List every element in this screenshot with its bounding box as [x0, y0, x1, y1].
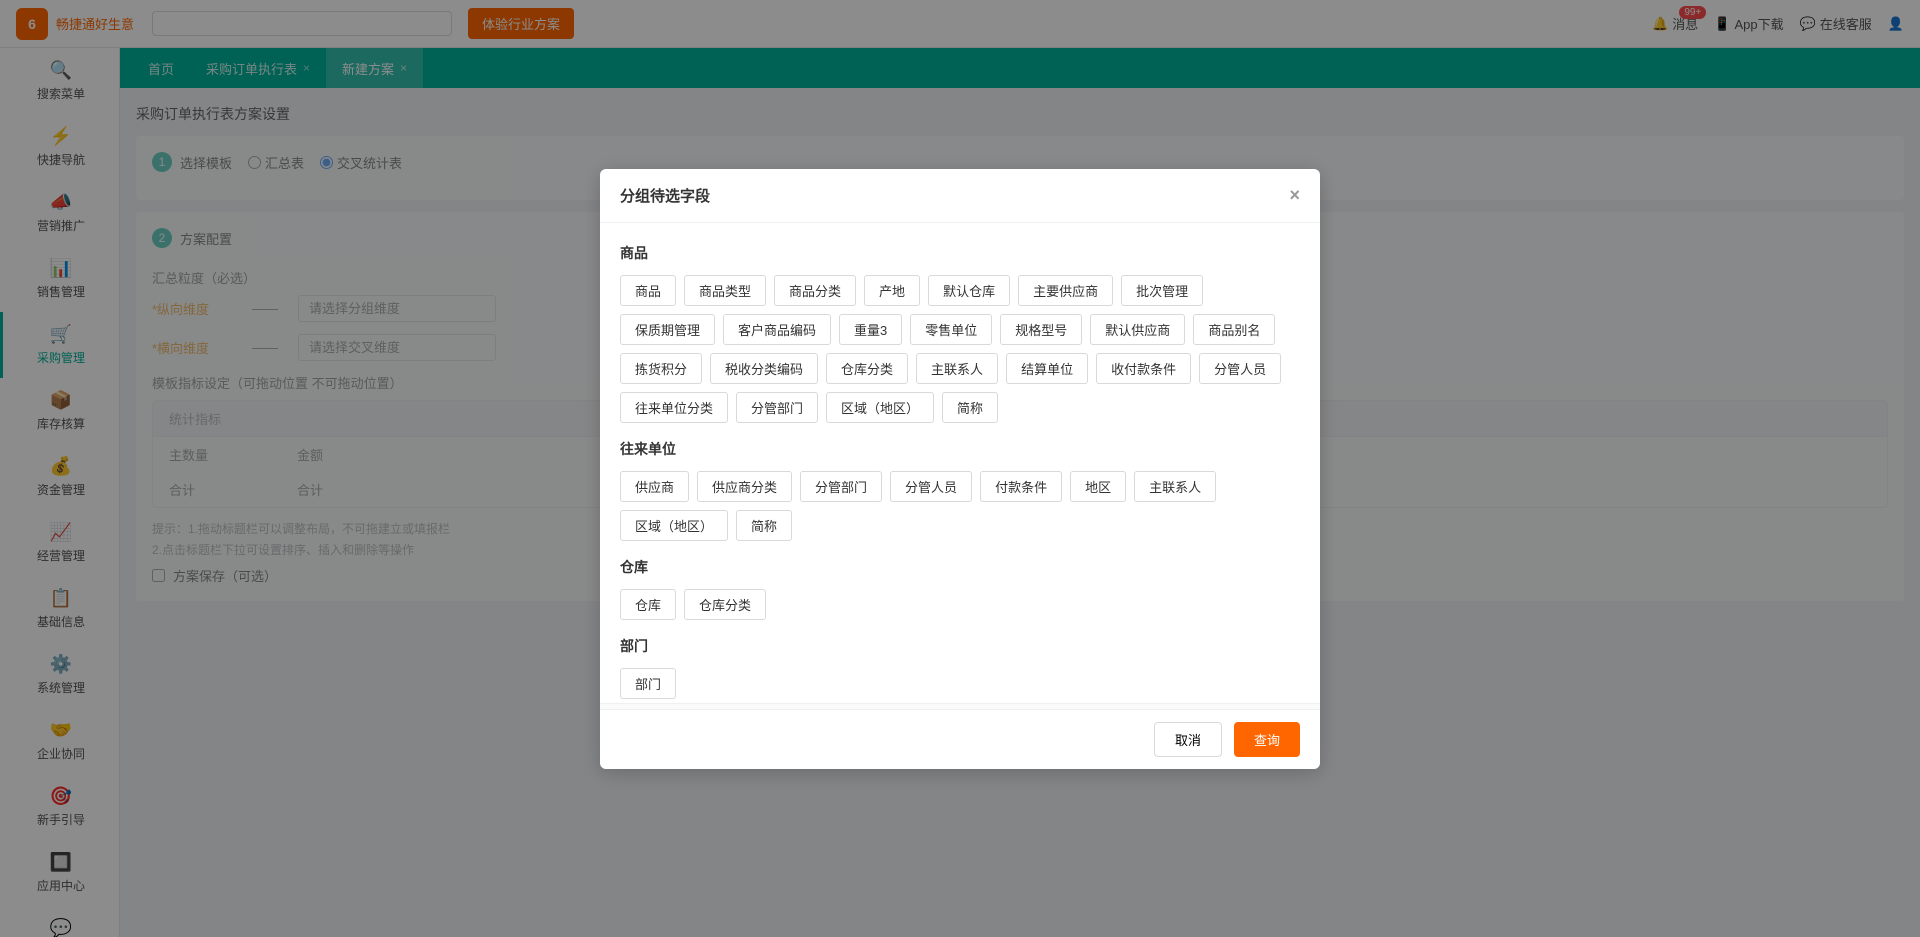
field-tag-goods-18[interactable]: 结算单位 [1006, 353, 1088, 384]
field-tag-goods-8[interactable]: 客户商品编码 [723, 314, 831, 345]
field-tag-goods-2[interactable]: 商品分类 [774, 275, 856, 306]
modal-overlay: 分组待选字段 × 商品 商品 商品类型 商品分类 产地 默认仓库 主要供应商 批… [0, 0, 1920, 937]
field-tag-goods-1[interactable]: 商品类型 [684, 275, 766, 306]
field-tags-warehouse: 仓库 仓库分类 [620, 589, 1300, 620]
modal-body: 商品 商品 商品类型 商品分类 产地 默认仓库 主要供应商 批次管理 保质期管理… [600, 223, 1320, 703]
field-tags-department: 部门 [620, 668, 1300, 699]
section-title-goods: 商品 [620, 243, 1300, 263]
field-tag-warehouse-0[interactable]: 仓库 [620, 589, 676, 620]
field-tag-goods-21[interactable]: 往来单位分类 [620, 392, 728, 423]
field-tag-dept-0[interactable]: 部门 [620, 668, 676, 699]
section-title-warehouse: 仓库 [620, 557, 1300, 577]
field-tag-goods-11[interactable]: 规格型号 [1000, 314, 1082, 345]
field-tag-partner-1[interactable]: 供应商分类 [697, 471, 792, 502]
field-tag-goods-17[interactable]: 主联系人 [916, 353, 998, 384]
field-tag-goods-10[interactable]: 零售单位 [910, 314, 992, 345]
field-tag-goods-14[interactable]: 拣货积分 [620, 353, 702, 384]
field-tag-goods-0[interactable]: 商品 [620, 275, 676, 306]
field-tag-partner-6[interactable]: 主联系人 [1134, 471, 1216, 502]
field-tags-partner: 供应商 供应商分类 分管部门 分管人员 付款条件 地区 主联系人 区域（地区） … [620, 471, 1300, 541]
cancel-button[interactable]: 取消 [1154, 722, 1222, 757]
field-tag-goods-4[interactable]: 默认仓库 [928, 275, 1010, 306]
field-tag-goods-13[interactable]: 商品别名 [1193, 314, 1275, 345]
section-title-partner: 往来单位 [620, 439, 1300, 459]
field-tag-warehouse-1[interactable]: 仓库分类 [684, 589, 766, 620]
field-tag-partner-2[interactable]: 分管部门 [800, 471, 882, 502]
modal-title: 分组待选字段 [620, 185, 710, 206]
field-tag-goods-3[interactable]: 产地 [864, 275, 920, 306]
field-tag-goods-20[interactable]: 分管人员 [1199, 353, 1281, 384]
field-tag-goods-19[interactable]: 收付款条件 [1096, 353, 1191, 384]
field-tag-partner-0[interactable]: 供应商 [620, 471, 689, 502]
field-tag-partner-4[interactable]: 付款条件 [980, 471, 1062, 502]
field-select-modal: 分组待选字段 × 商品 商品 商品类型 商品分类 产地 默认仓库 主要供应商 批… [600, 169, 1320, 769]
field-tag-partner-7[interactable]: 区域（地区） [620, 510, 728, 541]
field-tag-goods-9[interactable]: 重量3 [839, 314, 902, 345]
field-tag-goods-12[interactable]: 默认供应商 [1090, 314, 1185, 345]
field-tag-goods-7[interactable]: 保质期管理 [620, 314, 715, 345]
field-tag-goods-23[interactable]: 区域（地区） [826, 392, 934, 423]
field-tags-goods: 商品 商品类型 商品分类 产地 默认仓库 主要供应商 批次管理 保质期管理 客户… [620, 275, 1300, 423]
field-tag-goods-15[interactable]: 税收分类编码 [710, 353, 818, 384]
section-title-department: 部门 [620, 636, 1300, 656]
field-tag-partner-3[interactable]: 分管人员 [890, 471, 972, 502]
field-tag-goods-24[interactable]: 简称 [942, 392, 998, 423]
modal-close-button[interactable]: × [1289, 186, 1300, 204]
field-tag-goods-22[interactable]: 分管部门 [736, 392, 818, 423]
confirm-button[interactable]: 查询 [1234, 722, 1300, 757]
field-tag-partner-8[interactable]: 简称 [736, 510, 792, 541]
field-tag-goods-6[interactable]: 批次管理 [1121, 275, 1203, 306]
field-tag-goods-5[interactable]: 主要供应商 [1018, 275, 1113, 306]
modal-footer: 取消 查询 [600, 709, 1320, 769]
modal-header: 分组待选字段 × [600, 169, 1320, 223]
field-tag-goods-16[interactable]: 仓库分类 [826, 353, 908, 384]
field-tag-partner-5[interactable]: 地区 [1070, 471, 1126, 502]
